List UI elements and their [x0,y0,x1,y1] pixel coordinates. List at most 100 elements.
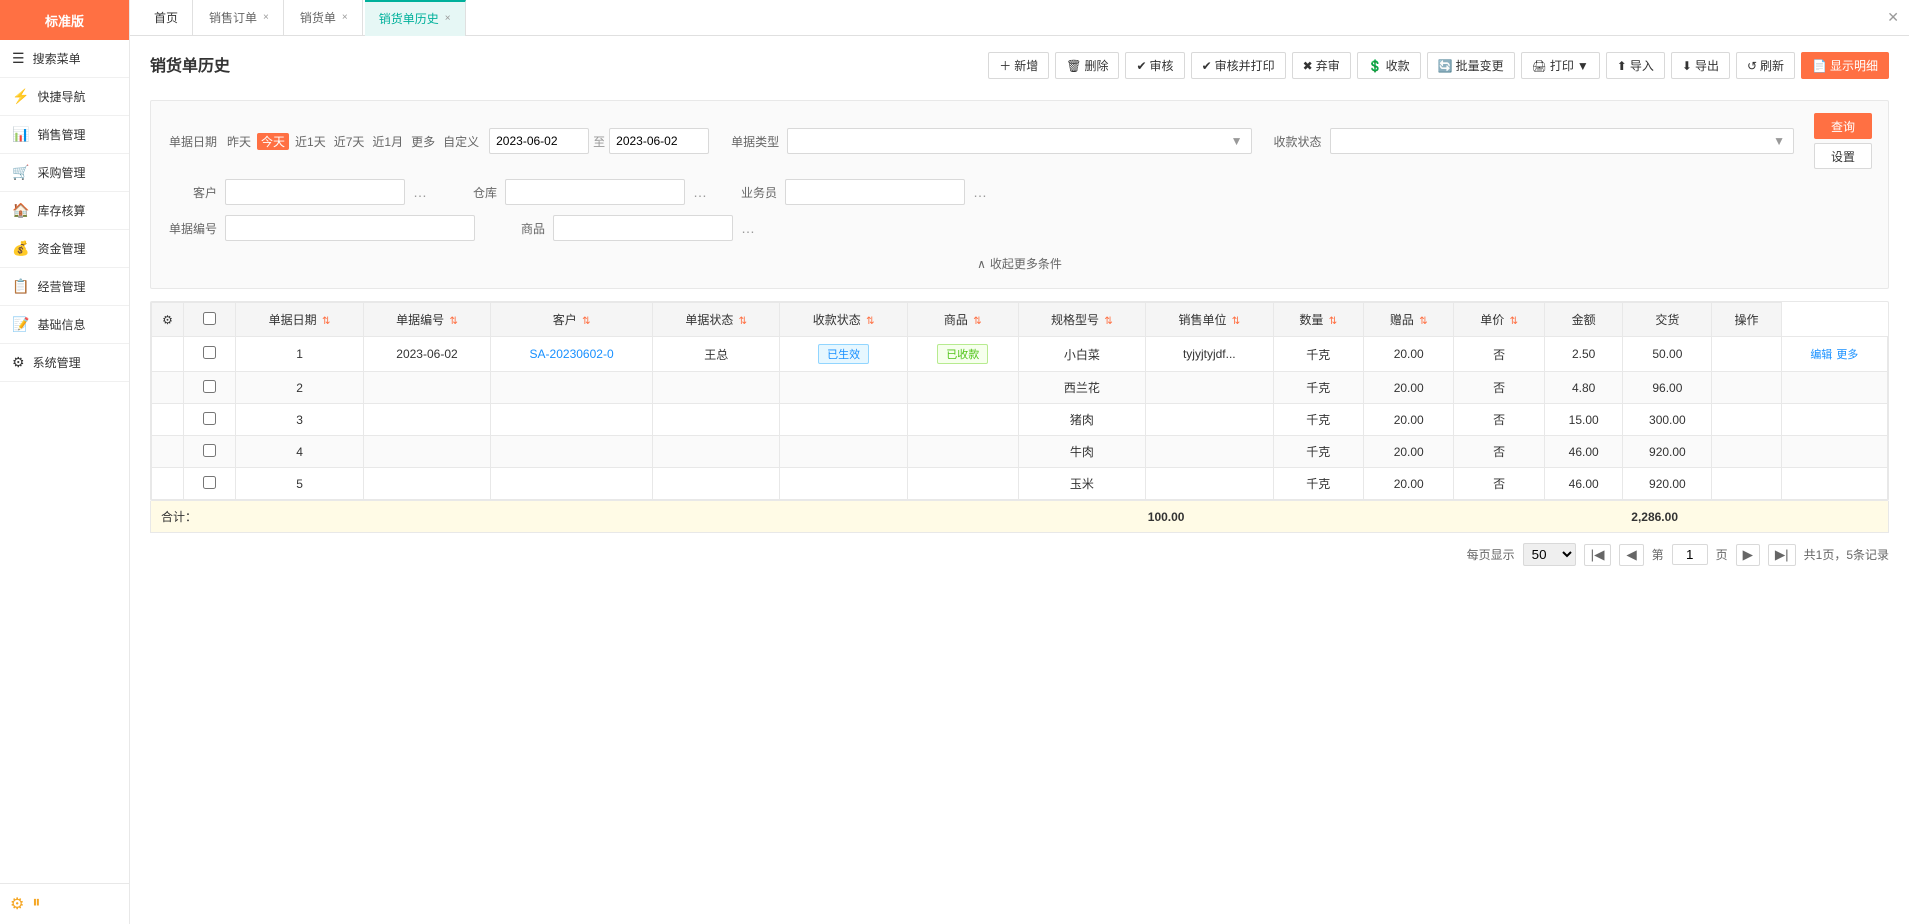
goods-input[interactable] [553,215,733,241]
row-checkbox[interactable] [203,380,216,393]
sidebar-item-purchase-mgmt[interactable]: 🛒 采购管理 [0,154,129,192]
window-close-button[interactable]: ✕ [1887,9,1899,26]
row-sale-unit-3: 千克 [1273,436,1363,468]
sidebar-pause-icon[interactable]: ⏸ [32,894,40,914]
row-checkbox-0[interactable] [184,337,236,372]
sidebar-item-quick-nav[interactable]: ⚡ 快捷导航 [0,78,129,116]
sidebar-item-basic-info[interactable]: 📝 基础信息 [0,306,129,344]
page-number-input[interactable] [1672,544,1708,565]
delete-button[interactable]: 🗑 删除 [1055,52,1119,79]
row-checkbox[interactable] [203,412,216,425]
goods-more-icon[interactable]: … [741,220,755,236]
table-col-sale-unit[interactable]: 销售单位 ⇅ [1146,303,1273,337]
sort-spec-icon: ⇅ [1104,316,1112,327]
row-transaction-0 [1712,337,1781,372]
tab-sales-order[interactable]: 销售订单 × [195,0,284,36]
row-pay-status-2 [907,404,1018,436]
sidebar-item-ops-mgmt[interactable]: 📋 经营管理 [0,268,129,306]
doc-type-select[interactable]: ▼ [787,128,1251,154]
row-checkbox[interactable] [203,346,216,359]
table-col-pay-status[interactable]: 收款状态 ⇅ [780,303,907,337]
date-shortcut-1day[interactable]: 近1天 [293,133,328,150]
date-shortcut-today[interactable]: 今天 [257,133,289,150]
table-col-doc-status[interactable]: 单据状态 ⇅ [652,303,779,337]
sidebar-item-search-menu[interactable]: ☰ 搜索菜单 [0,40,129,78]
tab-sales-invoice[interactable]: 销货单 × [286,0,363,36]
table-col-doc-no[interactable]: 单据编号 ⇅ [363,303,490,337]
collapse-button[interactable]: ∧ 收起更多条件 [973,251,1066,276]
table-col-customer[interactable]: 客户 ⇅ [491,303,653,337]
sidebar-item-finance-mgmt[interactable]: 💰 资金管理 [0,230,129,268]
row-seq-0: 1 [236,337,363,372]
row-checkbox[interactable] [203,476,216,489]
audit-button[interactable]: ✔ 审核 [1125,52,1184,79]
table-col-goods[interactable]: 商品 ⇅ [907,303,1018,337]
sidebar-item-label: 基础信息 [37,316,85,333]
next-page-button[interactable]: ▶ [1736,544,1760,566]
select-all-checkbox[interactable] [203,312,216,325]
audit-print-button[interactable]: ✔ 审核并打印 [1191,52,1286,79]
query-button[interactable]: 查询 [1814,113,1872,139]
sidebar-item-sales-mgmt[interactable]: 📊 销售管理 [0,116,129,154]
tab-home[interactable]: 首页 [140,0,193,36]
table-col-spec[interactable]: 规格型号 ⇅ [1018,303,1145,337]
sidebar-item-label: 系统管理 [33,354,81,371]
row-op-编辑[interactable]: 编辑 [1810,346,1832,362]
filter-date: 单据日期 昨天 今天 近1天 近7天 近1月 更多 自定义 至 [167,128,709,154]
warehouse-input[interactable] [505,179,685,205]
pay-status-select[interactable]: ▼ [1330,128,1794,154]
row-op-更多[interactable]: 更多 [1836,346,1858,362]
total-info: 共1页，5条记录 [1804,546,1889,563]
date-shortcut-7day[interactable]: 近7天 [332,133,367,150]
tab-sales-history[interactable]: 销货单历史 × [365,0,466,36]
doc-type-label: 单据类型 [729,133,779,150]
row-customer-1 [652,372,779,404]
date-from-input[interactable] [489,128,589,154]
sidebar-settings-icon[interactable]: ⚙ [10,894,24,914]
row-checkbox-2[interactable] [184,404,236,436]
salesperson-input[interactable] [785,179,965,205]
table-col-checkbox[interactable] [184,303,236,337]
salesperson-more-icon[interactable]: … [973,184,987,200]
tab-sales-invoice-close[interactable]: × [342,12,348,23]
collect-button[interactable]: 💲 收款 [1357,52,1421,79]
table-col-qty[interactable]: 数量 ⇅ [1273,303,1363,337]
date-to-input[interactable] [609,128,709,154]
last-page-button[interactable]: ▶| [1768,544,1796,566]
table-col-doc-date[interactable]: 单据日期 ⇅ [236,303,363,337]
tab-sales-history-close[interactable]: × [445,13,451,24]
export-button[interactable]: ⬇ 导出 [1671,52,1730,79]
import-button[interactable]: ⬆ 导入 [1606,52,1665,79]
sidebar-item-inventory[interactable]: 🏠 库存核算 [0,192,129,230]
tab-sales-order-close[interactable]: × [263,12,269,23]
date-shortcut-more[interactable]: 更多 [409,133,437,150]
table-col-gift[interactable]: 赠品 ⇅ [1363,303,1453,337]
row-doc-date-1 [363,372,490,404]
show-detail-button[interactable]: 📄 显示明细 [1801,52,1889,79]
new-button[interactable]: ＋ 新增 [988,52,1049,79]
batch-change-button[interactable]: 🔄 批量变更 [1427,52,1515,79]
customer-more-icon[interactable]: … [413,184,427,200]
page-size-select[interactable]: 50 100 200 [1523,543,1576,566]
first-page-button[interactable]: |◀ [1584,544,1612,566]
date-shortcut-1month[interactable]: 近1月 [370,133,405,150]
prev-page-button[interactable]: ◀ [1619,544,1643,566]
row-doc-no-0[interactable]: SA-20230602-0 [491,337,653,372]
print-button[interactable]: 🖨 打印 ▼ [1521,52,1600,79]
row-checkbox-4[interactable] [184,468,236,500]
settings-button[interactable]: 设置 [1814,143,1872,169]
doc-no-input[interactable] [225,215,475,241]
date-shortcut-yesterday[interactable]: 昨天 [225,133,253,150]
refresh-button[interactable]: ↺ 刷新 [1736,52,1795,79]
warehouse-more-icon[interactable]: … [693,184,707,200]
table-col-unit-price[interactable]: 单价 ⇅ [1454,303,1544,337]
table-col-settings[interactable]: ⚙ [152,303,184,337]
sidebar-item-sys-mgmt[interactable]: ⚙ 系统管理 [0,344,129,382]
warehouse-label: 仓库 [447,184,497,201]
date-shortcut-custom[interactable]: 自定义 [441,133,481,150]
row-checkbox[interactable] [203,444,216,457]
row-checkbox-3[interactable] [184,436,236,468]
row-checkbox-1[interactable] [184,372,236,404]
customer-input[interactable] [225,179,405,205]
abandon-button[interactable]: ✖ 弃审 [1292,52,1351,79]
